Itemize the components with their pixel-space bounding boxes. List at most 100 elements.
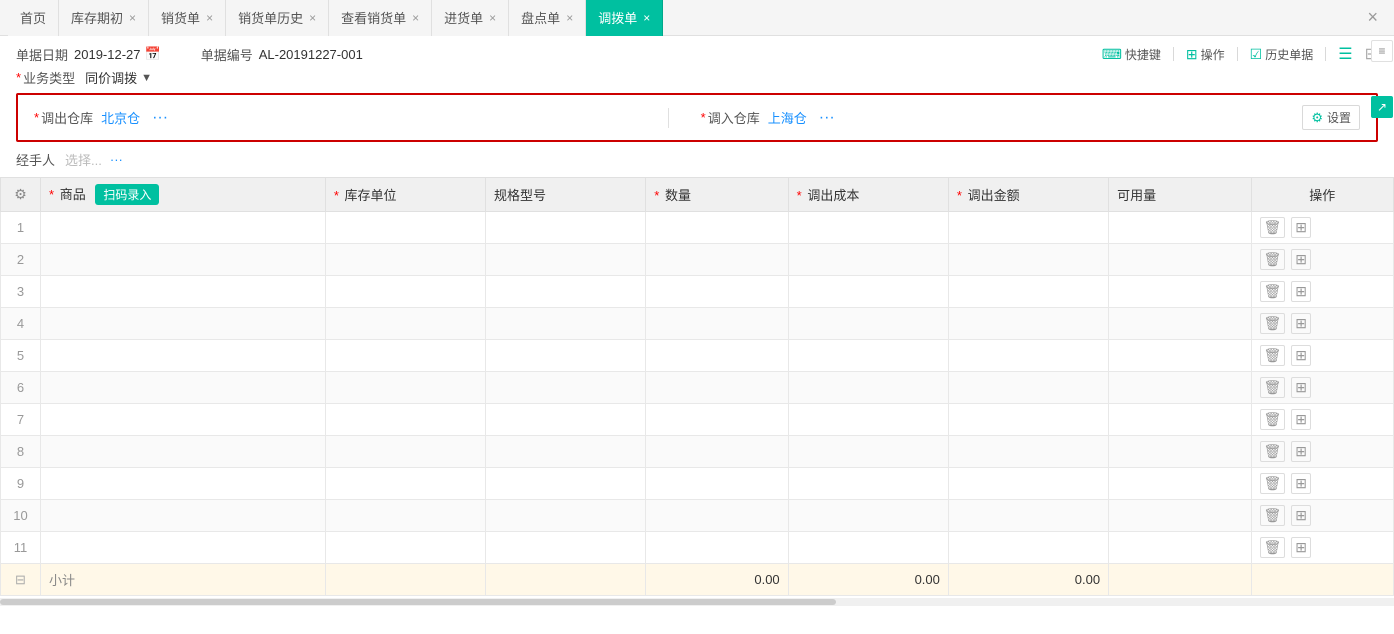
delete-row-button[interactable]: 🗑 [1260,377,1286,398]
copy-row-button[interactable]: ⊞ [1291,409,1311,430]
row-cost[interactable] [788,244,948,276]
horizontal-scrollbar[interactable] [0,599,836,605]
delete-row-button[interactable]: 🗑 [1260,281,1286,302]
calendar-icon[interactable]: 📅 [145,46,161,62]
column-settings-icon[interactable]: ⚙ [14,186,27,202]
tab-transfer[interactable]: 调拨单 × [586,0,663,36]
settings-button[interactable]: ⚙ 设置 [1302,105,1360,130]
row-spec[interactable] [486,308,646,340]
tab-sales-history[interactable]: 销货单历史 × [226,0,329,36]
row-product[interactable] [41,532,326,564]
tab-close-purchase-order[interactable]: × [489,11,496,25]
row-amount[interactable] [948,308,1108,340]
copy-row-button[interactable]: ⊞ [1291,281,1311,302]
row-product[interactable] [41,500,326,532]
tab-close-transfer[interactable]: × [643,11,650,25]
row-quantity[interactable] [646,308,788,340]
row-spec[interactable] [486,532,646,564]
row-unit[interactable] [325,436,485,468]
copy-row-button[interactable]: ⊞ [1291,249,1311,270]
row-product[interactable] [41,340,326,372]
scan-button[interactable]: 扫码录入 [95,184,159,205]
row-product[interactable] [41,436,326,468]
tab-close-inventory-init[interactable]: × [129,11,136,25]
row-amount[interactable] [948,436,1108,468]
shortcut-button[interactable]: ⌨ 快捷键 [1102,46,1161,63]
delete-row-button[interactable]: 🗑 [1260,345,1286,366]
tab-inventory-check[interactable]: 盘点单 × [509,0,586,36]
row-cost[interactable] [788,212,948,244]
row-spec[interactable] [486,372,646,404]
row-product[interactable] [41,404,326,436]
copy-row-button[interactable]: ⊞ [1291,345,1311,366]
row-cost[interactable] [788,372,948,404]
row-spec[interactable] [486,500,646,532]
row-quantity[interactable] [646,468,788,500]
row-unit[interactable] [325,372,485,404]
copy-row-button[interactable]: ⊞ [1291,537,1311,558]
row-amount[interactable] [948,340,1108,372]
copy-row-button[interactable]: ⊞ [1291,505,1311,526]
row-spec[interactable] [486,468,646,500]
row-product[interactable] [41,212,326,244]
row-quantity[interactable] [646,500,788,532]
row-spec[interactable] [486,436,646,468]
row-quantity[interactable] [646,244,788,276]
tab-close-sales-order[interactable]: × [206,11,213,25]
row-unit[interactable] [325,532,485,564]
row-cost[interactable] [788,436,948,468]
row-amount[interactable] [948,372,1108,404]
tab-view-sales[interactable]: 查看销货单 × [329,0,432,36]
delete-row-button[interactable]: 🗑 [1260,313,1286,334]
handler-placeholder[interactable]: 选择... [65,150,102,169]
history-button[interactable]: ☑ 历史单据 [1250,46,1314,63]
row-quantity[interactable] [646,436,788,468]
row-amount[interactable] [948,276,1108,308]
copy-row-button[interactable]: ⊞ [1291,217,1311,238]
out-warehouse-more-button[interactable]: ··· [152,109,168,127]
row-product[interactable] [41,244,326,276]
row-unit[interactable] [325,308,485,340]
row-unit[interactable] [325,244,485,276]
copy-row-button[interactable]: ⊞ [1291,313,1311,334]
row-unit[interactable] [325,500,485,532]
in-warehouse-value[interactable]: 上海仓 [768,108,807,127]
row-cost[interactable] [788,308,948,340]
row-amount[interactable] [948,404,1108,436]
row-quantity[interactable] [646,340,788,372]
delete-row-button[interactable]: 🗑 [1260,409,1286,430]
operation-button[interactable]: ⊞ 操作 [1186,46,1225,63]
row-unit[interactable] [325,340,485,372]
delete-row-button[interactable]: 🗑 [1260,249,1286,270]
delete-row-button[interactable]: 🗑 [1260,505,1286,526]
delete-row-button[interactable]: 🗑 [1260,441,1286,462]
row-amount[interactable] [948,532,1108,564]
row-product[interactable] [41,308,326,340]
delete-row-button[interactable]: 🗑 [1260,537,1286,558]
row-quantity[interactable] [646,532,788,564]
row-cost[interactable] [788,340,948,372]
tab-close-sales-history[interactable]: × [309,11,316,25]
row-spec[interactable] [486,340,646,372]
business-type-dropdown-icon[interactable]: ▼ [141,72,152,84]
row-cost[interactable] [788,404,948,436]
row-spec[interactable] [486,404,646,436]
row-unit[interactable] [325,404,485,436]
tab-home[interactable]: 首页 [8,0,59,36]
row-spec[interactable] [486,244,646,276]
row-amount[interactable] [948,212,1108,244]
row-product[interactable] [41,276,326,308]
row-unit[interactable] [325,212,485,244]
row-cost[interactable] [788,468,948,500]
row-cost[interactable] [788,532,948,564]
tab-sales-order[interactable]: 销货单 × [149,0,226,36]
row-product[interactable] [41,468,326,500]
row-amount[interactable] [948,244,1108,276]
window-close-button[interactable]: × [1359,7,1386,28]
row-product[interactable] [41,372,326,404]
copy-row-button[interactable]: ⊞ [1291,377,1311,398]
row-cost[interactable] [788,276,948,308]
row-spec[interactable] [486,212,646,244]
row-unit[interactable] [325,276,485,308]
layout-button[interactable]: ☰ [1338,44,1352,64]
